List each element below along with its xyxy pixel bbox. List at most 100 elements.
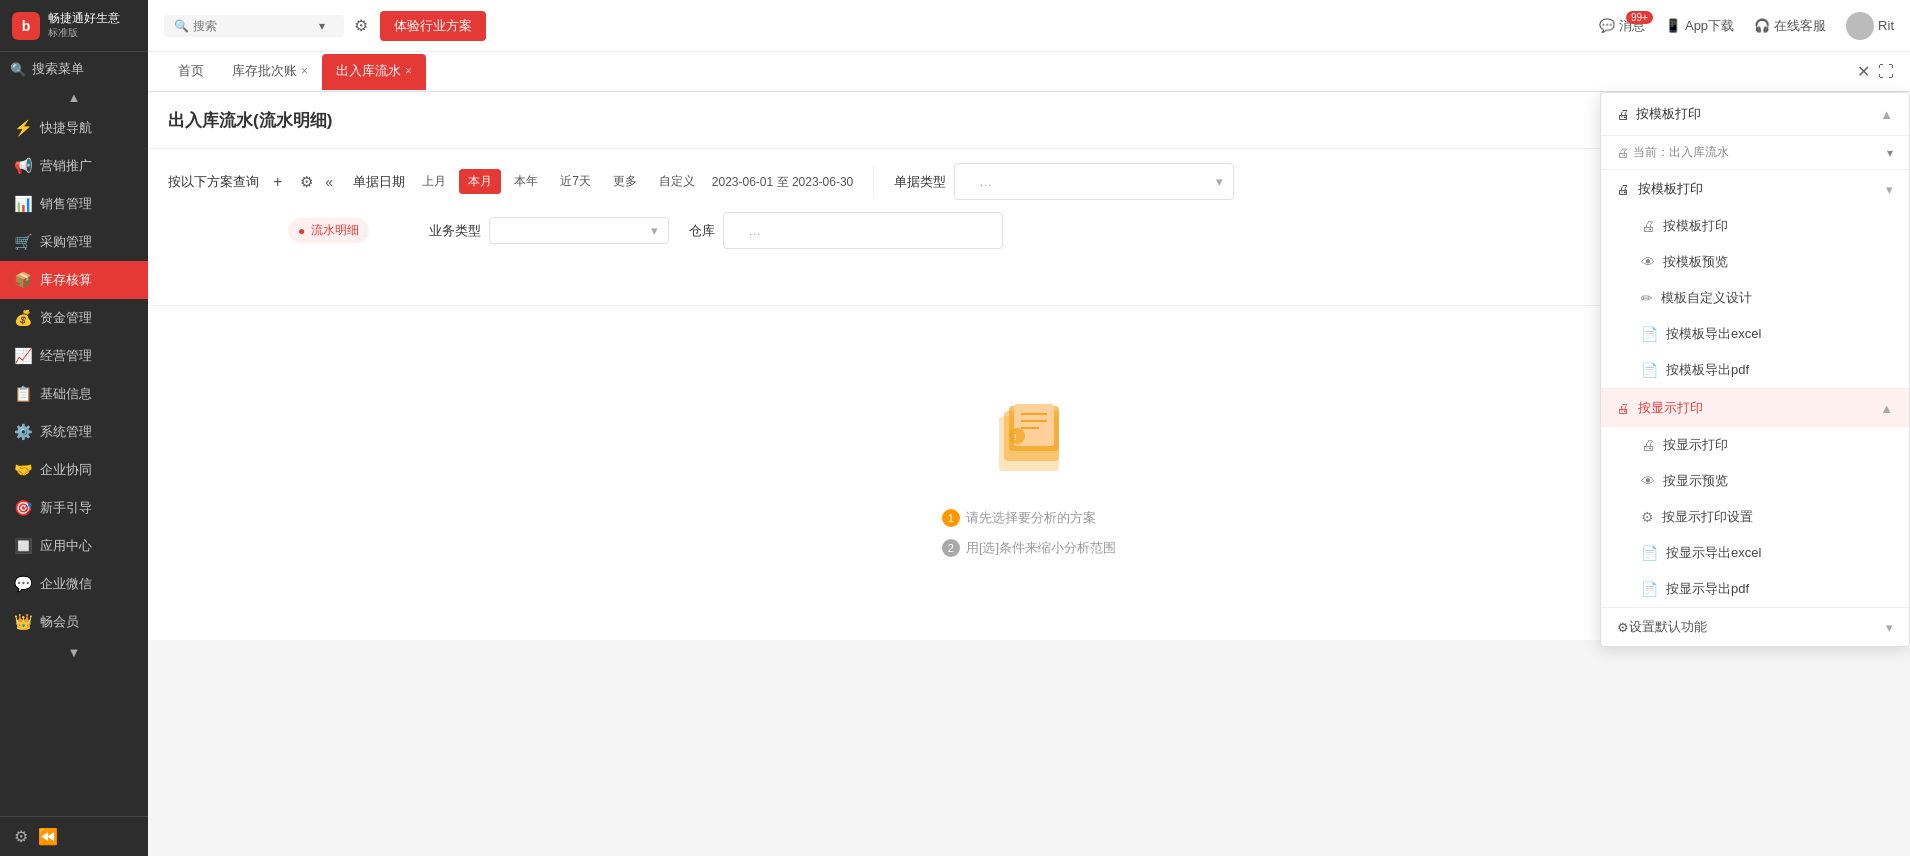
sidebar-item-wechat[interactable]: 💬 企业微信 — [0, 565, 148, 603]
sidebar-scroll-down[interactable]: ▼ — [0, 641, 148, 664]
selected-filter-tag[interactable]: ● 流水明细 — [288, 218, 369, 243]
sidebar-item-label: 企业协同 — [40, 461, 92, 479]
sidebar-item-label: 基础信息 — [40, 385, 92, 403]
panel-footer[interactable]: ⚙ 设置默认功能 ▾ — [1601, 608, 1909, 646]
template-print-item[interactable]: 🖨 按模板打印 — [1601, 208, 1909, 244]
sidebar-item-member[interactable]: 👑 畅会员 — [0, 603, 148, 641]
sidebar-item-marketing[interactable]: 📢 营销推广 — [0, 147, 148, 185]
sidebar-item-label: 经营管理 — [40, 347, 92, 365]
filter-settings-icon[interactable]: ⚙ — [296, 173, 317, 191]
template-custom-label: 模板自定义设计 — [1661, 289, 1752, 307]
display-export-pdf-item[interactable]: 📄 按显示导出pdf — [1601, 571, 1909, 607]
sidebar-item-collab[interactable]: 🤝 企业协同 — [0, 451, 148, 489]
panel-current-section: 🖨 当前：出入库流水 ▾ — [1601, 136, 1909, 170]
sidebar-search[interactable]: 🔍 搜索菜单 — [0, 52, 148, 86]
display-print-settings-item[interactable]: ⚙ 按显示打印设置 — [1601, 499, 1909, 535]
filter-business-select[interactable]: ▾ — [489, 217, 669, 244]
template-preview-item[interactable]: 👁 按模板预览 — [1601, 244, 1909, 280]
app-logo-icon: b — [12, 12, 40, 40]
filter-section-label: 按以下方案查询 + ⚙ « — [168, 173, 333, 191]
display-submenu: 🖨 按显示打印 👁 按显示预览 ⚙ 按显示打印设置 📄 按显示导出excel 📄… — [1601, 427, 1909, 607]
sidebar-item-operation[interactable]: 📈 经营管理 — [0, 337, 148, 375]
panel-print-icon: 🖨 — [1617, 107, 1630, 122]
tabs-bar: 首页 库存批次账 × 出入库流水 × ✕ ⛶ — [148, 52, 1910, 92]
template-export-pdf-item[interactable]: 📄 按模板导出pdf — [1601, 352, 1909, 388]
empty-hints: 1 请先选择要分析的方案 2 用[选]条件来缩小分析范围 — [942, 506, 1116, 560]
tab-flow-close[interactable]: × — [405, 64, 412, 78]
sidebar-item-sales[interactable]: 📊 销售管理 — [0, 185, 148, 223]
filter-type-arrow: ▾ — [1216, 174, 1223, 189]
date-btn-this-year[interactable]: 本年 — [505, 169, 547, 194]
tab-home[interactable]: 首页 — [164, 54, 218, 90]
panel-template-header[interactable]: 🖨 按模板打印 ▾ — [1601, 170, 1909, 208]
settings-icon: ⚙ — [14, 827, 28, 846]
filter-add-button[interactable]: + — [267, 173, 288, 191]
display-preview-item[interactable]: 👁 按显示预览 — [1601, 463, 1909, 499]
filter-type-more[interactable]: … — [971, 169, 1000, 194]
filter-warehouse-section: 仓库 … — [689, 212, 1003, 249]
display-print-item[interactable]: 🖨 按显示打印 — [1601, 427, 1909, 463]
sidebar-item-inventory[interactable]: 📦 库存核算 — [0, 261, 148, 299]
filter-business-arrow: ▾ — [651, 223, 658, 238]
sidebar-item-label: 销售管理 — [40, 195, 92, 213]
topbar-gear-icon[interactable]: ⚙ — [354, 16, 368, 35]
filter-type-select[interactable]: … ▾ — [954, 163, 1234, 200]
sidebar-item-purchase[interactable]: 🛒 采购管理 — [0, 223, 148, 261]
app-download-button[interactable]: 📱 App下载 — [1665, 17, 1734, 35]
industry-solution-button[interactable]: 体验行业方案 — [380, 11, 486, 41]
display-section-arrow: ▲ — [1880, 401, 1893, 416]
date-btn-more[interactable]: 更多 — [604, 169, 646, 194]
marketing-icon: 📢 — [14, 157, 32, 175]
sidebar-item-basic[interactable]: 📋 基础信息 — [0, 375, 148, 413]
sidebar-scroll-up[interactable]: ▲ — [0, 86, 148, 109]
tab-batch-account[interactable]: 库存批次账 × — [218, 54, 322, 90]
date-btn-this-month[interactable]: 本月 — [459, 169, 501, 194]
sidebar-item-guide[interactable]: 🎯 新手引导 — [0, 489, 148, 527]
template-print-item-icon: 🖨 — [1641, 218, 1655, 234]
search-dropdown-icon[interactable]: ▾ — [319, 19, 325, 33]
search-input[interactable] — [193, 19, 313, 33]
sidebar: b 畅捷通好生意 标准版 🔍 搜索菜单 ▲ ⚡ 快捷导航 📢 营销推广 📊 销售… — [0, 0, 148, 856]
message-button[interactable]: 💬 消息 99+ — [1599, 17, 1645, 35]
date-btn-7days[interactable]: 近7天 — [551, 169, 600, 194]
excel-icon-2: 📄 — [1641, 545, 1658, 561]
display-export-excel-item[interactable]: 📄 按显示导出excel — [1601, 535, 1909, 571]
tab-batch-account-label: 库存批次账 — [232, 62, 297, 80]
panel-collapse-icon[interactable]: ▲ — [1880, 107, 1893, 122]
date-btn-last-month[interactable]: 上月 — [413, 169, 455, 194]
panel-display-header[interactable]: 🖨 按显示打印 ▲ — [1601, 389, 1909, 427]
sidebar-item-apps[interactable]: 🔲 应用中心 — [0, 527, 148, 565]
user-avatar[interactable]: Rit — [1846, 12, 1894, 40]
sidebar-bottom[interactable]: ⚙ ⏪ — [0, 816, 148, 856]
display-print-item-label: 按显示打印 — [1663, 436, 1728, 454]
tab-fullscreen-icon[interactable]: ⛶ — [1878, 63, 1894, 81]
sidebar-search-label: 搜索菜单 — [32, 60, 84, 78]
date-btn-custom[interactable]: 自定义 — [650, 169, 704, 194]
template-preview-label: 按模板预览 — [1663, 253, 1728, 271]
wechat-icon: 💬 — [14, 575, 32, 593]
template-print-icon: 🖨 — [1617, 182, 1630, 197]
current-arrow[interactable]: ▾ — [1887, 146, 1893, 160]
sidebar-item-system[interactable]: ⚙️ 系统管理 — [0, 413, 148, 451]
panel-title: 按模板打印 — [1636, 105, 1701, 123]
display-print-settings-label: 按显示打印设置 — [1662, 508, 1753, 526]
topbar-search-box[interactable]: 🔍 ▾ — [164, 15, 344, 37]
sidebar-item-label: 快捷导航 — [40, 119, 92, 137]
tab-flow[interactable]: 出入库流水 × — [322, 54, 426, 90]
sidebar-item-finance[interactable]: 💰 资金管理 — [0, 299, 148, 337]
basic-icon: 📋 — [14, 385, 32, 403]
display-export-excel-label: 按显示导出excel — [1666, 544, 1761, 562]
sidebar-item-label: 企业微信 — [40, 575, 92, 593]
filter-warehouse-more[interactable]: … — [740, 218, 769, 243]
display-preview-label: 按显示预览 — [1663, 472, 1728, 490]
template-custom-item[interactable]: ✏ 模板自定义设计 — [1601, 280, 1909, 316]
filter-warehouse-select[interactable]: … — [723, 212, 1003, 249]
user-name: Rit — [1878, 18, 1894, 33]
online-service-button[interactable]: 🎧 在线客服 — [1754, 17, 1826, 35]
template-export-excel-label: 按模板导出excel — [1666, 325, 1761, 343]
tab-batch-account-close[interactable]: × — [301, 64, 308, 78]
filter-collapse-icon[interactable]: « — [325, 174, 333, 190]
tab-close-all-icon[interactable]: ✕ — [1857, 62, 1870, 81]
sidebar-item-quick-nav[interactable]: ⚡ 快捷导航 — [0, 109, 148, 147]
template-export-excel-item[interactable]: 📄 按模板导出excel — [1601, 316, 1909, 352]
